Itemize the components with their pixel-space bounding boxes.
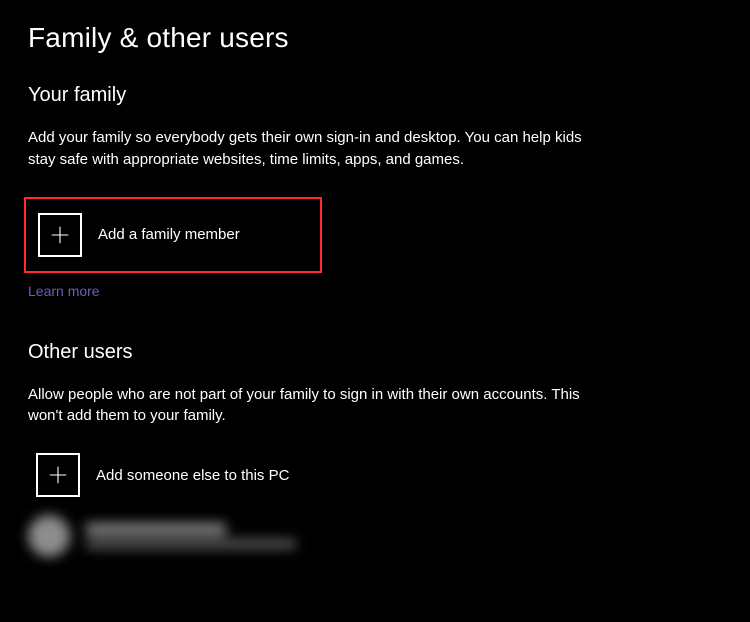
- add-other-user-label: Add someone else to this PC: [96, 467, 289, 484]
- user-name-placeholder: [86, 523, 226, 535]
- plus-icon: [38, 213, 82, 257]
- page-title: Family & other users: [28, 22, 722, 54]
- add-other-user-button[interactable]: Add someone else to this PC: [36, 453, 722, 497]
- user-row[interactable]: [28, 515, 722, 557]
- your-family-heading: Your family: [28, 84, 722, 107]
- user-email-placeholder: [86, 539, 296, 549]
- add-family-member-button[interactable]: Add a family member: [38, 213, 308, 257]
- learn-more-link[interactable]: Learn more: [28, 283, 100, 299]
- add-family-label: Add a family member: [98, 226, 240, 243]
- avatar: [28, 515, 70, 557]
- other-users-heading: Other users: [28, 341, 722, 364]
- plus-icon: [36, 453, 80, 497]
- your-family-description: Add your family so everybody gets their …: [28, 127, 588, 171]
- add-family-highlight: Add a family member: [24, 197, 322, 273]
- other-users-description: Allow people who are not part of your fa…: [28, 384, 588, 428]
